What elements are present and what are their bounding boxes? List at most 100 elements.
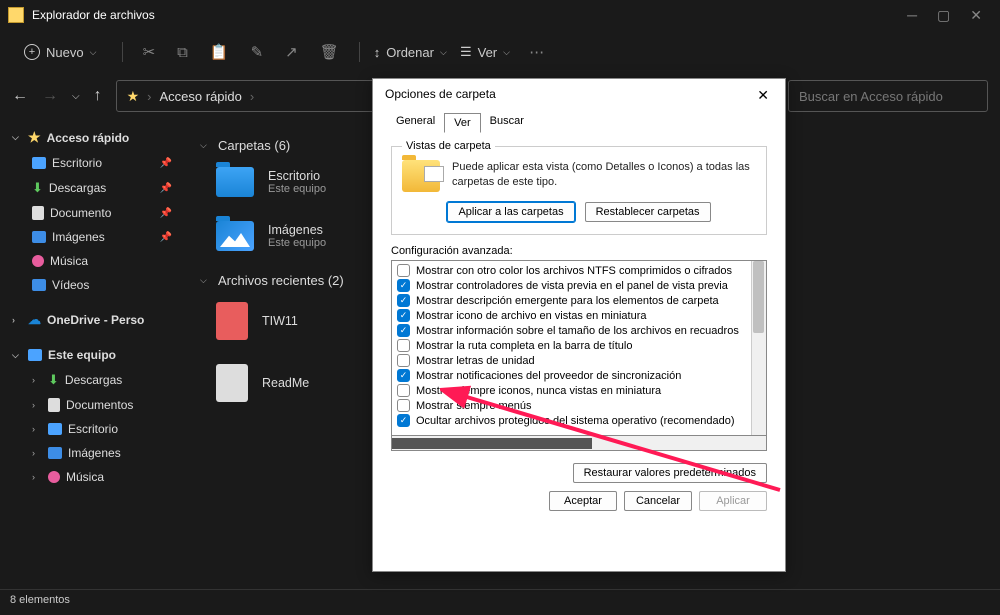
checkbox[interactable] xyxy=(397,399,410,412)
tab-general[interactable]: General xyxy=(387,112,444,132)
document-icon xyxy=(32,206,44,220)
desktop-icon xyxy=(32,157,46,169)
cut-icon[interactable]: ✂ xyxy=(137,37,162,67)
cancel-button[interactable]: Cancelar xyxy=(624,491,692,511)
delete-icon[interactable]: 🗑 xyxy=(314,37,345,67)
pin-icon: 📌 xyxy=(160,158,172,169)
apply-button[interactable]: Aplicar xyxy=(699,491,767,511)
sidebar-item-pc-documents[interactable]: ›Documentos xyxy=(0,393,180,417)
sidebar-item-music[interactable]: Música xyxy=(0,249,180,273)
copy-icon[interactable]: ⧉ xyxy=(171,38,194,67)
sidebar-item-quick-access[interactable]: ⌵★Acceso rápido xyxy=(0,124,180,151)
advanced-setting-row[interactable]: Mostrar siempre menús xyxy=(395,398,763,413)
breadcrumb-root[interactable]: Acceso rápido xyxy=(160,89,242,104)
advanced-setting-row[interactable]: ✓ Mostrar descripción emergente para los … xyxy=(395,293,763,308)
search-box[interactable]: Buscar en Acceso rápido xyxy=(788,80,988,112)
sidebar-item-pc-downloads[interactable]: ›⬇Descargas xyxy=(0,367,180,393)
view-button[interactable]: ☰ Ver ⌵ xyxy=(460,44,513,60)
up-button[interactable]: ↑ xyxy=(94,87,102,105)
checkbox[interactable]: ✓ xyxy=(397,294,410,307)
advanced-setting-row[interactable]: Mostrar la ruta completa en la barra de … xyxy=(395,338,763,353)
advanced-setting-row[interactable]: ✓ Mostrar controladores de vista previa e… xyxy=(395,278,763,293)
advanced-label: Configuración avanzada: xyxy=(391,245,767,257)
desktop-icon xyxy=(48,423,62,435)
checkbox[interactable]: ✓ xyxy=(397,324,410,337)
folder-views-legend: Vistas de carpeta xyxy=(402,140,495,152)
new-button[interactable]: + Nuevo ⌵ xyxy=(16,40,108,64)
advanced-setting-row[interactable]: ✓Mostrar icono de archivo en vistas en m… xyxy=(395,308,763,323)
rename-icon[interactable]: ✎ xyxy=(245,37,270,67)
paste-icon[interactable]: 📋 xyxy=(204,37,235,67)
maximize-button[interactable]: ▢ xyxy=(937,7,950,24)
sidebar-item-documents[interactable]: Documento📌 xyxy=(0,201,180,225)
tab-search[interactable]: Buscar xyxy=(481,112,533,132)
sidebar-item-onedrive[interactable]: ›☁OneDrive - Perso xyxy=(0,307,180,333)
ok-button[interactable]: Aceptar xyxy=(549,491,617,511)
checkbox[interactable]: ✓ xyxy=(397,369,410,382)
sidebar: ⌵★Acceso rápido Escritorio📌 ⬇Descargas📌 … xyxy=(0,118,180,605)
chevron-down-icon: ⌵ xyxy=(503,47,513,58)
pin-icon: 📌 xyxy=(160,183,172,194)
scrollbar-horizontal[interactable] xyxy=(391,436,767,451)
advanced-setting-label: Mostrar información sobre el tamaño de l… xyxy=(416,325,739,337)
sidebar-item-this-pc[interactable]: ⌵Este equipo xyxy=(0,343,180,367)
checkbox[interactable]: ✓ xyxy=(397,309,410,322)
advanced-setting-row[interactable]: Mostrar siempre iconos, nunca vistas en … xyxy=(395,383,763,398)
history-chevron-icon[interactable]: ⌵ xyxy=(72,91,80,102)
pc-icon xyxy=(28,349,42,361)
advanced-setting-row[interactable]: Mostrar con otro color los archivos NTFS… xyxy=(395,263,763,278)
music-icon xyxy=(48,471,60,483)
checkbox[interactable] xyxy=(397,354,410,367)
scrollbar-vertical[interactable] xyxy=(751,261,766,435)
search-placeholder: Buscar en Acceso rápido xyxy=(799,89,943,104)
restore-defaults-button[interactable]: Restaurar valores predeterminados xyxy=(573,463,767,483)
advanced-setting-label: Mostrar controladores de vista previa en… xyxy=(416,280,728,292)
forward-button[interactable]: → xyxy=(42,87,58,105)
sidebar-item-desktop[interactable]: Escritorio📌 xyxy=(0,151,180,175)
view-icon: ☰ xyxy=(460,44,472,60)
checkbox[interactable]: ✓ xyxy=(397,279,410,292)
checkbox[interactable] xyxy=(397,384,410,397)
checkbox[interactable] xyxy=(397,264,410,277)
advanced-setting-label: Ocultar archivos protegidos del sistema … xyxy=(416,415,735,427)
separator xyxy=(359,42,360,62)
reset-folders-button[interactable]: Restablecer carpetas xyxy=(585,202,711,222)
video-icon xyxy=(32,279,46,291)
advanced-setting-row[interactable]: ✓ Mostrar información sobre el tamaño de … xyxy=(395,323,763,338)
download-icon: ⬇ xyxy=(48,372,59,388)
advanced-setting-row[interactable]: ✓Mostrar notificaciones del proveedor de… xyxy=(395,368,763,383)
share-icon[interactable]: ↗ xyxy=(279,37,304,67)
sidebar-item-downloads[interactable]: ⬇Descargas📌 xyxy=(0,175,180,201)
advanced-setting-row[interactable]: ✓ Ocultar archivos protegidos del sistema… xyxy=(395,413,763,428)
apply-to-folders-button[interactable]: Aplicar a las carpetas xyxy=(447,202,574,222)
file-icon xyxy=(216,364,248,402)
close-button[interactable]: ✕ xyxy=(970,7,982,24)
folder-views-icon xyxy=(402,160,440,192)
checkbox[interactable]: ✓ xyxy=(397,414,410,427)
advanced-settings-list[interactable]: Mostrar con otro color los archivos NTFS… xyxy=(391,260,767,436)
separator xyxy=(122,42,123,62)
pin-icon: 📌 xyxy=(160,232,172,243)
tab-view[interactable]: Ver xyxy=(444,113,481,133)
chevron-down-icon: ⌵ xyxy=(440,47,450,58)
more-icon[interactable]: ⋯ xyxy=(523,37,550,67)
folder-views-group: Vistas de carpeta Puede aplicar esta vis… xyxy=(391,140,767,235)
music-icon xyxy=(32,255,44,267)
folder-icon xyxy=(216,221,254,251)
advanced-setting-label: Mostrar con otro color los archivos NTFS… xyxy=(416,265,732,277)
cloud-icon: ☁ xyxy=(28,312,41,328)
sort-button[interactable]: ↕ Ordenar ⌵ xyxy=(374,45,450,60)
sidebar-item-pc-images[interactable]: ›Imágenes xyxy=(0,441,180,465)
dialog-close-button[interactable]: ✕ xyxy=(753,87,773,104)
advanced-setting-label: Mostrar descripción emergente para los e… xyxy=(416,295,719,307)
sidebar-item-videos[interactable]: Vídeos xyxy=(0,273,180,297)
minimize-button[interactable]: ─ xyxy=(907,7,917,24)
sidebar-item-images[interactable]: Imágenes📌 xyxy=(0,225,180,249)
advanced-setting-row[interactable]: Mostrar letras de unidad xyxy=(395,353,763,368)
images-icon xyxy=(32,231,46,243)
back-button[interactable]: ← xyxy=(12,87,28,105)
sidebar-item-pc-desktop[interactable]: ›Escritorio xyxy=(0,417,180,441)
sidebar-item-pc-music[interactable]: ›Música xyxy=(0,465,180,489)
checkbox[interactable] xyxy=(397,339,410,352)
dialog-title: Opciones de carpeta xyxy=(385,87,496,104)
